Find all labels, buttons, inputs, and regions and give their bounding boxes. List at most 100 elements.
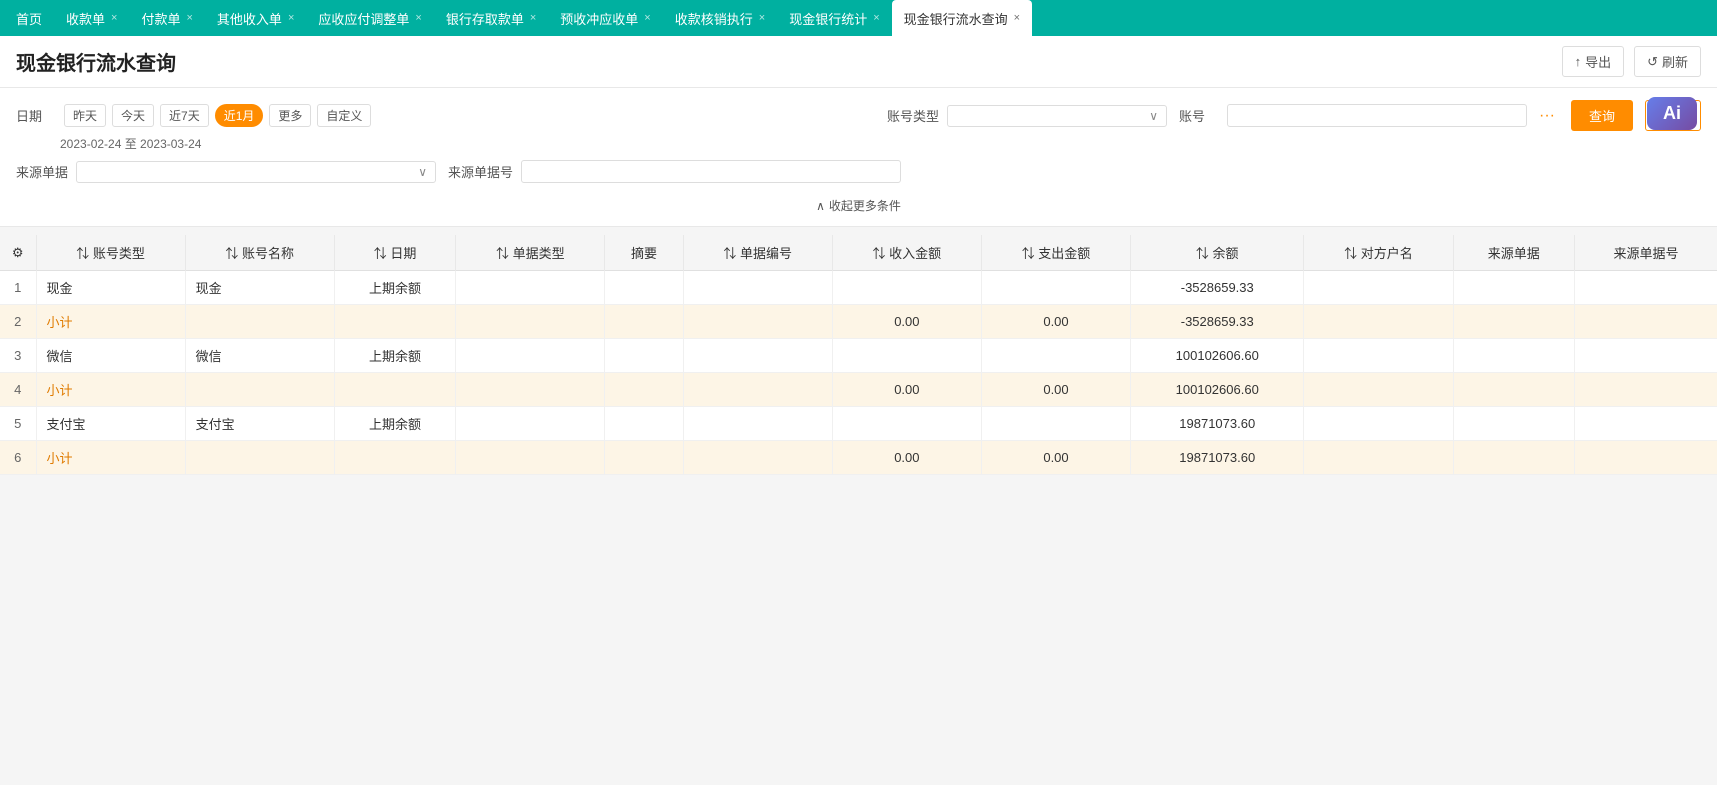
nav-label-home: 首页: [16, 9, 42, 28]
nav-close-cash-bank-stats[interactable]: ×: [873, 12, 879, 24]
th-account-type-label: ⇅ 账号类型: [76, 246, 145, 261]
nav-label-cash-bank-stats: 现金银行统计: [789, 9, 867, 28]
nav-item-other-income[interactable]: 其他收入单 ×: [205, 0, 306, 36]
filter-area: 日期 昨天 今天 近7天 近1月 更多 自定义 账号类型 ∨ 账号 ··· 查询…: [0, 88, 1717, 227]
account-type-select[interactable]: ∨: [947, 105, 1167, 127]
th-doc-number-label: ⇅ 单据编号: [723, 246, 792, 261]
date-btn-more[interactable]: 更多: [269, 104, 311, 127]
date-btn-yesterday[interactable]: 昨天: [64, 104, 106, 127]
th-income-label: ⇅ 收入金额: [873, 246, 942, 261]
th-doc-type[interactable]: ⇅ 单据类型: [456, 235, 605, 271]
settings-gear-icon: ⚙: [12, 245, 24, 260]
top-navigation: 首页 收款单 × 付款单 × 其他收入单 × 应收应付调整单 × 银行存取款单 …: [0, 0, 1717, 36]
nav-label-payment: 付款单: [141, 9, 180, 28]
source-doc-select[interactable]: ∨: [76, 161, 436, 183]
export-icon: ↑: [1575, 54, 1582, 69]
th-source-doc: 来源单据: [1453, 235, 1575, 271]
account-type-label: 账号类型: [887, 106, 939, 125]
page-header: 现金银行流水查询 ↑ 导出 ↺ 刷新: [0, 36, 1717, 88]
collapse-row[interactable]: ∧ 收起更多条件: [16, 193, 1701, 218]
date-filter-group: 日期 昨天 今天 近7天 近1月 更多 自定义: [16, 104, 371, 127]
nav-label-other-income: 其他收入单: [217, 9, 282, 28]
th-expense[interactable]: ⇅ 支出金额: [981, 235, 1130, 271]
nav-label-ar-ap: 应收应付调整单: [318, 9, 409, 28]
th-date[interactable]: ⇅ 日期: [334, 235, 456, 271]
page-title: 现金银行流水查询: [16, 47, 176, 76]
nav-label-collection: 收款核销执行: [675, 9, 753, 28]
refresh-label: 刷新: [1662, 52, 1688, 71]
th-summary-label: 摘要: [631, 246, 657, 261]
th-summary: 摘要: [605, 235, 683, 271]
nav-item-cash-bank-stats[interactable]: 现金银行统计 ×: [777, 0, 891, 36]
date-range-display: 2023-02-24 至 2023-03-24: [60, 137, 201, 151]
table-row[interactable]: 1现金现金上期余额-3528659.33: [0, 271, 1717, 305]
refresh-icon: ↺: [1647, 54, 1658, 70]
nav-close-collection[interactable]: ×: [759, 12, 765, 24]
account-input[interactable]: [1227, 104, 1527, 127]
nav-item-ar-ap[interactable]: 应收应付调整单 ×: [306, 0, 433, 36]
th-counterpart: ⇅ 对方户名: [1304, 235, 1453, 271]
source-doc-num-label: 来源单据号: [448, 162, 513, 181]
nav-label-advance: 预收冲应收单: [560, 9, 638, 28]
th-source-doc-label: 来源单据: [1488, 246, 1540, 261]
source-doc-num-filter-group: 来源单据号: [448, 160, 901, 183]
ai-badge[interactable]: Ai: [1647, 97, 1697, 130]
table-row[interactable]: 5支付宝支付宝上期余额19871073.60: [0, 407, 1717, 441]
nav-item-home[interactable]: 首页: [4, 0, 54, 36]
nav-item-bank-deposit[interactable]: 银行存取款单 ×: [434, 0, 548, 36]
query-button[interactable]: 查询: [1571, 100, 1633, 131]
table-row[interactable]: 2小计0.000.00-3528659.33: [0, 305, 1717, 339]
nav-close-cash-bank-flow[interactable]: ×: [1014, 12, 1020, 24]
date-btn-custom[interactable]: 自定义: [317, 104, 371, 127]
date-btn-7days[interactable]: 近7天: [160, 104, 209, 127]
refresh-button[interactable]: ↺ 刷新: [1634, 46, 1701, 77]
date-btn-1month[interactable]: 近1月: [215, 104, 264, 127]
th-balance[interactable]: ⇅ 余额: [1131, 235, 1304, 271]
account-type-filter-group: 账号类型 ∨: [887, 105, 1167, 127]
date-options: 昨天 今天 近7天 近1月 更多 自定义: [64, 104, 371, 127]
th-income[interactable]: ⇅ 收入金额: [832, 235, 981, 271]
nav-close-advance[interactable]: ×: [644, 12, 650, 24]
th-counterpart-label: ⇅ 对方户名: [1344, 246, 1413, 261]
table-row[interactable]: 6小计0.000.0019871073.60: [0, 441, 1717, 475]
account-ellipsis[interactable]: ···: [1535, 107, 1559, 125]
th-account-name-label: ⇅ 账号名称: [225, 246, 294, 261]
table-body: 1现金现金上期余额-3528659.332小计0.000.00-3528659.…: [0, 271, 1717, 475]
nav-close-other-income[interactable]: ×: [288, 12, 294, 24]
source-doc-label: 来源单据: [16, 162, 68, 181]
th-account-type[interactable]: ⇅ 账号类型: [36, 235, 185, 271]
data-table-container: ⚙ ⇅ 账号类型 ⇅ 账号名称 ⇅ 日期 ⇅ 单据类型 摘要 ⇅: [0, 235, 1717, 475]
th-source-doc-num-label: 来源单据号: [1614, 246, 1679, 261]
collapse-icon: ∧: [816, 199, 825, 213]
th-account-name[interactable]: ⇅ 账号名称: [185, 235, 334, 271]
header-actions: ↑ 导出 ↺ 刷新: [1562, 46, 1701, 77]
source-doc-num-input[interactable]: [521, 160, 901, 183]
nav-item-payment[interactable]: 付款单 ×: [129, 0, 204, 36]
collapse-label: 收起更多条件: [829, 197, 901, 214]
account-type-chevron: ∨: [1149, 109, 1158, 123]
th-doc-type-label: ⇅ 单据类型: [496, 246, 565, 261]
nav-close-payment[interactable]: ×: [186, 12, 192, 24]
table-row[interactable]: 3微信微信上期余额100102606.60: [0, 339, 1717, 373]
nav-close-receipt[interactable]: ×: [111, 12, 117, 24]
nav-label-bank-deposit: 银行存取款单: [446, 9, 524, 28]
date-label: 日期: [16, 106, 56, 125]
th-settings[interactable]: ⚙: [0, 235, 36, 271]
filter-row-2: 来源单据 ∨ 来源单据号: [16, 160, 1701, 183]
date-btn-today[interactable]: 今天: [112, 104, 154, 127]
table-row[interactable]: 4小计0.000.00100102606.60: [0, 373, 1717, 407]
nav-item-receipt[interactable]: 收款单 ×: [54, 0, 129, 36]
nav-item-advance[interactable]: 预收冲应收单 ×: [548, 0, 662, 36]
nav-item-collection[interactable]: 收款核销执行 ×: [663, 0, 777, 36]
nav-label-receipt: 收款单: [66, 9, 105, 28]
nav-label-cash-bank-flow: 现金银行流水查询: [904, 9, 1008, 28]
nav-item-cash-bank-flow[interactable]: 现金银行流水查询 ×: [892, 0, 1032, 36]
th-expense-label: ⇅ 支出金额: [1022, 246, 1091, 261]
table-header-row: ⚙ ⇅ 账号类型 ⇅ 账号名称 ⇅ 日期 ⇅ 单据类型 摘要 ⇅: [0, 235, 1717, 271]
export-label: 导出: [1585, 52, 1611, 71]
th-source-doc-num: 来源单据号: [1575, 235, 1717, 271]
nav-close-bank-deposit[interactable]: ×: [530, 12, 536, 24]
nav-close-ar-ap[interactable]: ×: [415, 12, 421, 24]
export-button[interactable]: ↑ 导出: [1562, 46, 1625, 77]
th-balance-label: ⇅ 余额: [1196, 246, 1239, 261]
